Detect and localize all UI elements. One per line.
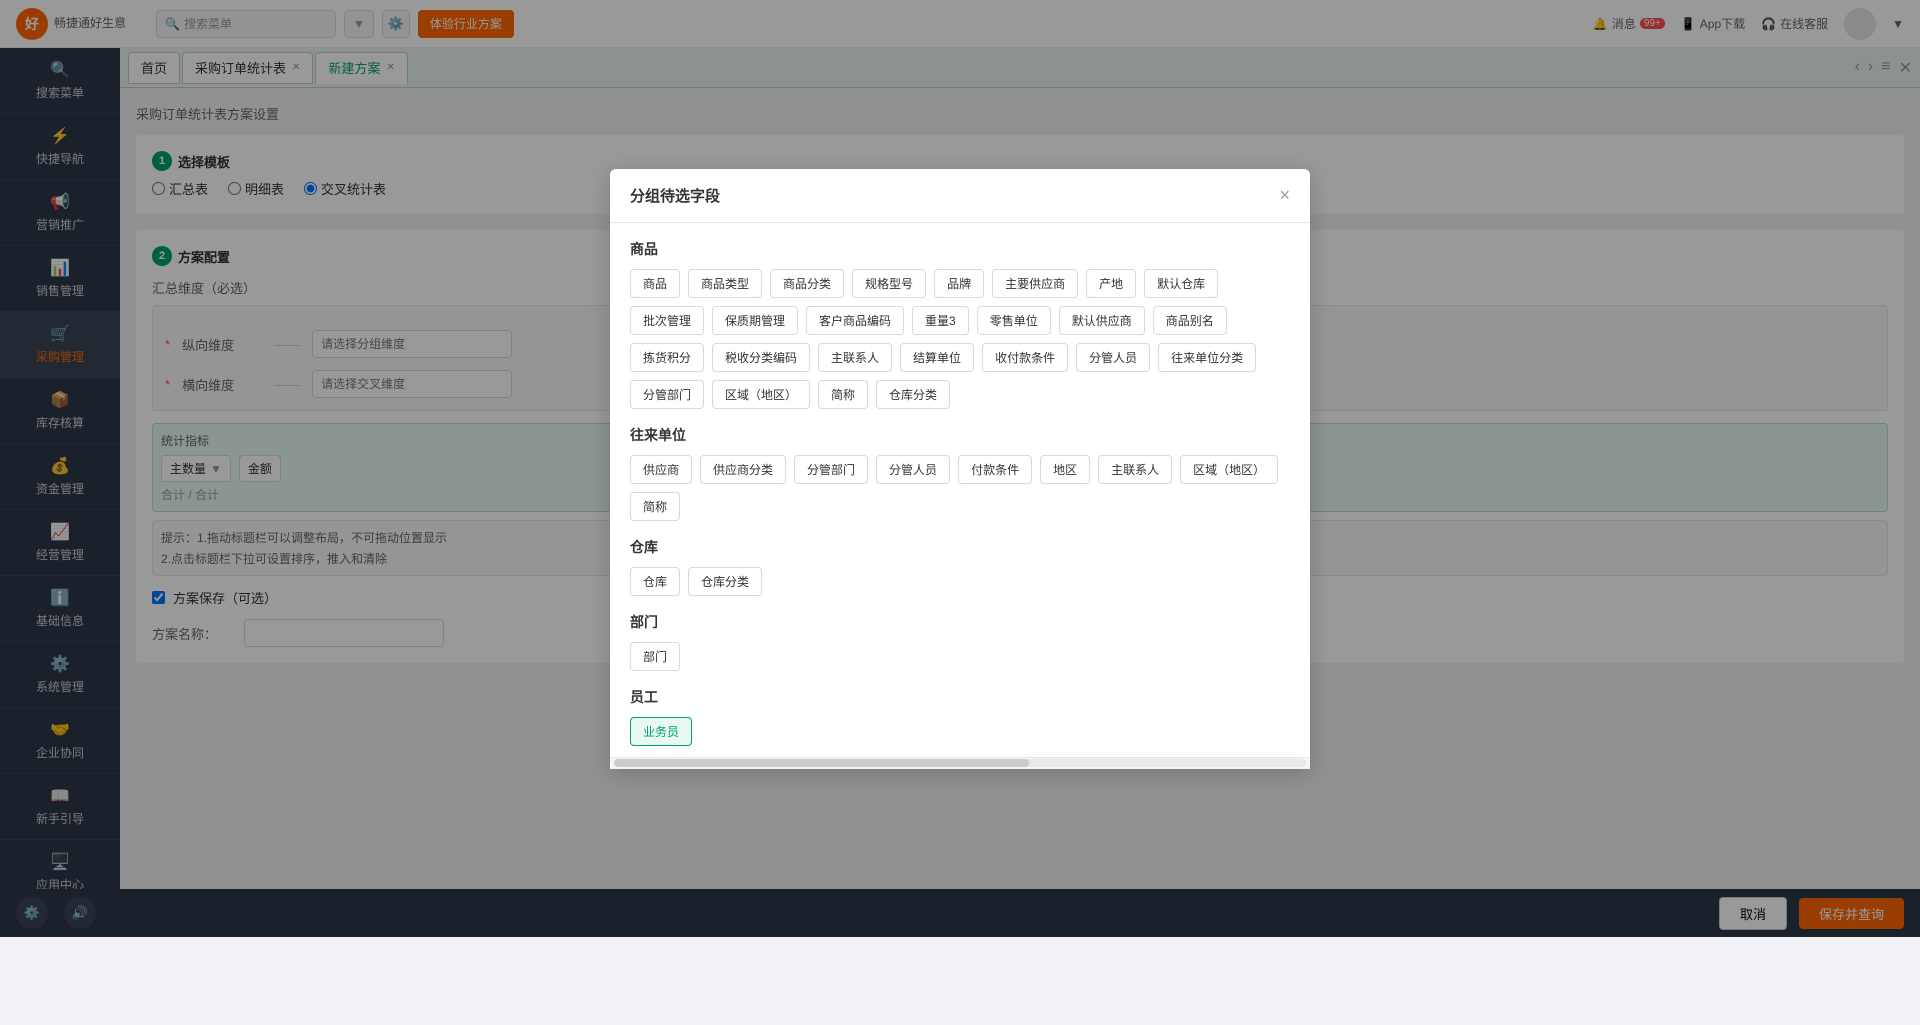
modal-close-btn[interactable]: × [1279,186,1290,204]
chip-abbr[interactable]: 简称 [818,380,868,409]
chip-quality-mgmt[interactable]: 保质期管理 [712,306,798,335]
chip-area[interactable]: 地区 [1040,455,1090,484]
chip-partner-abbr[interactable]: 简称 [630,492,680,521]
chip-partner-region[interactable]: 区域（地区） [1180,455,1278,484]
chip-supplier-category[interactable]: 供应商分类 [700,455,786,484]
chip-warehouse[interactable]: 仓库 [630,567,680,596]
chip-main-supplier[interactable]: 主要供应商 [992,269,1078,298]
chip-product-category[interactable]: 商品分类 [770,269,844,298]
chip-department[interactable]: 部门 [630,642,680,671]
chip-product-alias[interactable]: 商品别名 [1153,306,1227,335]
modal-header: 分组待选字段 × [610,169,1310,223]
chip-brand[interactable]: 品牌 [934,269,984,298]
modal-horizontal-scrollbar[interactable] [610,757,1310,769]
chip-partner-manager[interactable]: 分管人员 [876,455,950,484]
chip-partner-contact[interactable]: 主联系人 [1098,455,1172,484]
chip-warehouse-cat[interactable]: 仓库分类 [688,567,762,596]
modal-dialog: 分组待选字段 × 商品 商品 商品类型 商品分类 规格型号 品牌 主要供应商 产… [610,169,1310,769]
chip-dept[interactable]: 分管部门 [630,380,704,409]
chip-product[interactable]: 商品 [630,269,680,298]
hscroll-track [614,759,1306,767]
chip-supplier[interactable]: 供应商 [630,455,692,484]
modal-title: 分组待选字段 [630,185,720,206]
chip-weight[interactable]: 重量3 [912,306,969,335]
product-chips: 商品 商品类型 商品分类 规格型号 品牌 主要供应商 产地 默认仓库 批次管理 … [630,269,1290,409]
chip-wh-category[interactable]: 仓库分类 [876,380,950,409]
section-title-partner: 往来单位 [630,425,1290,445]
chip-region[interactable]: 区域（地区） [712,380,810,409]
chip-manager[interactable]: 分管人员 [1076,343,1150,372]
chip-main-contact[interactable]: 主联系人 [818,343,892,372]
chip-origin[interactable]: 产地 [1086,269,1136,298]
chip-spec[interactable]: 规格型号 [852,269,926,298]
chip-partner-category[interactable]: 往来单位分类 [1158,343,1256,372]
chip-batch-mgmt[interactable]: 批次管理 [630,306,704,335]
chip-settlement-unit[interactable]: 结算单位 [900,343,974,372]
chip-default-warehouse[interactable]: 默认仓库 [1144,269,1218,298]
partner-chips: 供应商 供应商分类 分管部门 分管人员 付款条件 地区 主联系人 区域（地区） … [630,455,1290,521]
chip-salesperson[interactable]: 业务员 [630,717,692,746]
chip-partner-dept[interactable]: 分管部门 [794,455,868,484]
chip-retail-unit[interactable]: 零售单位 [977,306,1051,335]
chip-default-supplier[interactable]: 默认供应商 [1059,306,1145,335]
chip-payment-terms[interactable]: 收付款条件 [982,343,1068,372]
section-title-department: 部门 [630,612,1290,632]
section-title-employee: 员工 [630,687,1290,707]
chip-pick-points[interactable]: 拣货积分 [630,343,704,372]
section-title-product: 商品 [630,239,1290,259]
section-title-warehouse: 仓库 [630,537,1290,557]
modal-body: 商品 商品 商品类型 商品分类 规格型号 品牌 主要供应商 产地 默认仓库 批次… [610,223,1310,757]
chip-customer-code[interactable]: 客户商品编码 [806,306,904,335]
chip-payment-cond[interactable]: 付款条件 [958,455,1032,484]
chip-product-type[interactable]: 商品类型 [688,269,762,298]
employee-chips: 业务员 [630,717,1290,746]
hscroll-thumb [614,759,1029,767]
department-chips: 部门 [630,642,1290,671]
warehouse-chips: 仓库 仓库分类 [630,567,1290,596]
chip-tax-code[interactable]: 税收分类编码 [712,343,810,372]
modal-overlay: 分组待选字段 × 商品 商品 商品类型 商品分类 规格型号 品牌 主要供应商 产… [0,0,1920,937]
